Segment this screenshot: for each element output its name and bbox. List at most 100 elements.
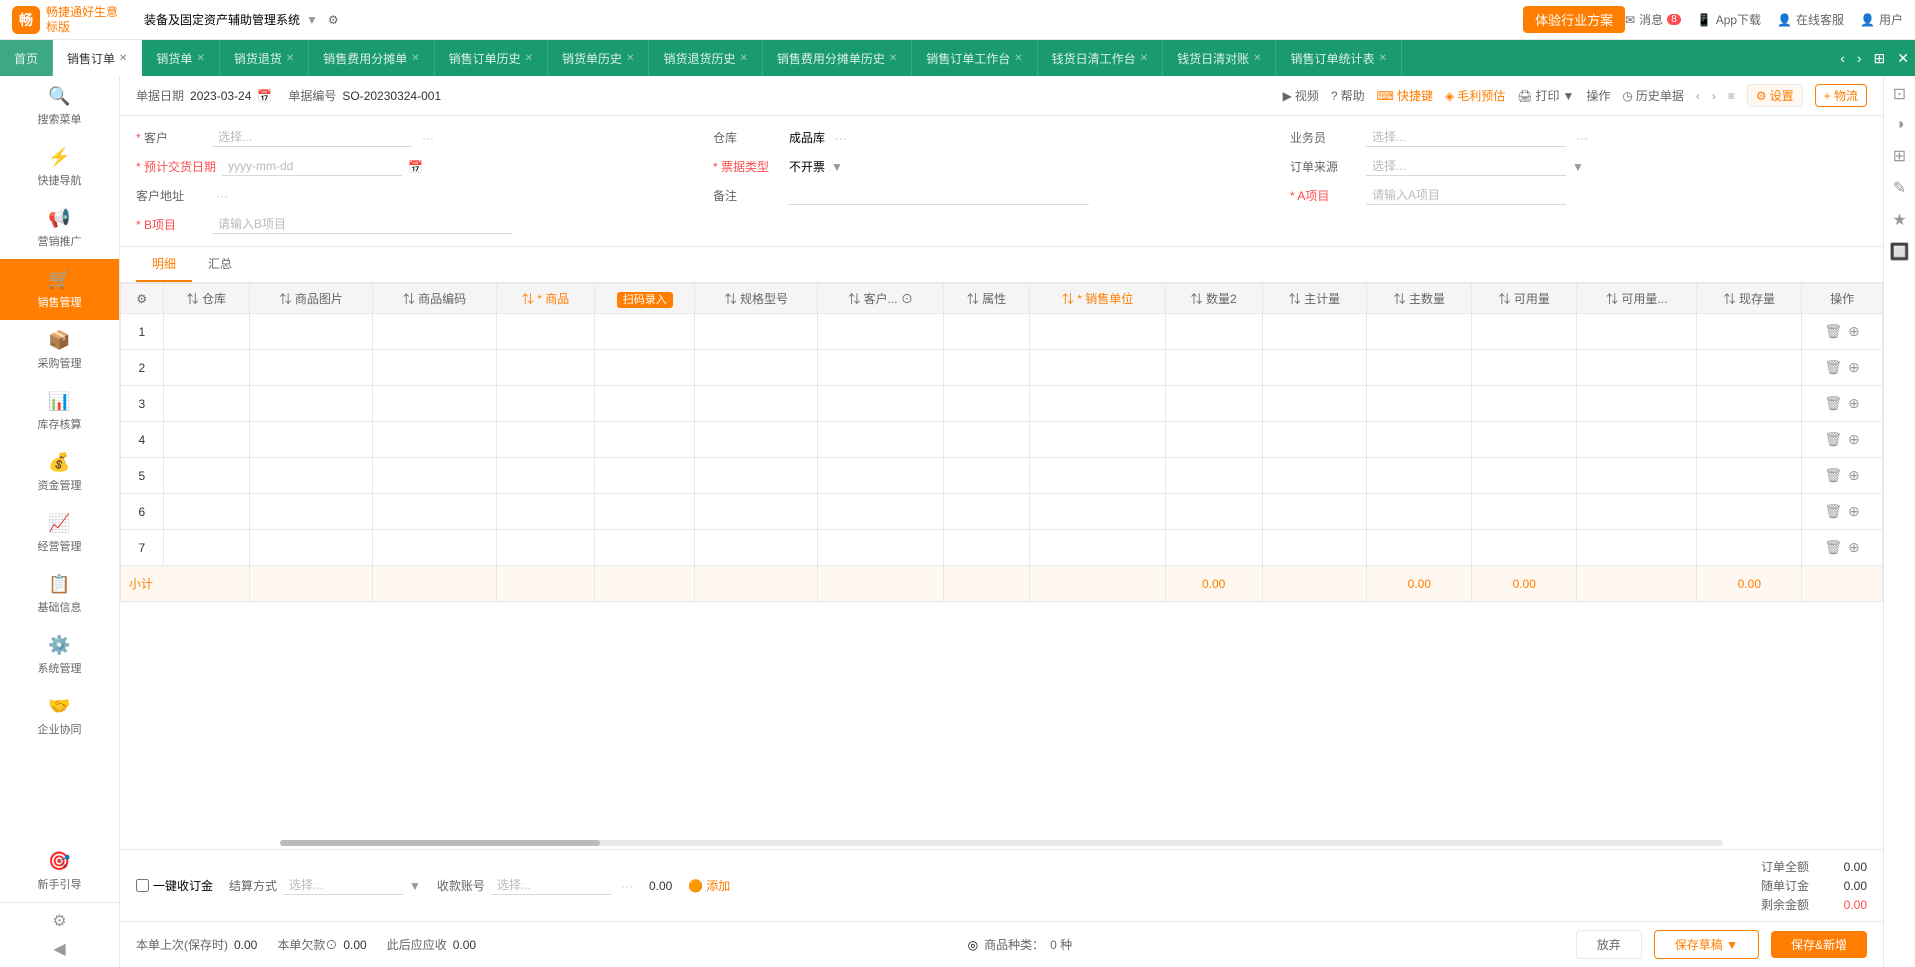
scan-button[interactable]: 扫码录入 (617, 292, 673, 308)
row-cell[interactable] (163, 494, 249, 530)
row-cell[interactable] (496, 422, 595, 458)
user-button[interactable]: 👤 用户 (1860, 11, 1903, 28)
row-cell[interactable] (1472, 386, 1577, 422)
list-view-icon[interactable]: ≡ (1728, 89, 1735, 103)
ellipsis-icon[interactable]: ··· (621, 879, 633, 893)
row-cell[interactable] (695, 530, 818, 566)
row-cell[interactable] (695, 458, 818, 494)
row-cell[interactable] (1262, 386, 1367, 422)
copy-icon[interactable]: ⊕ (1848, 395, 1860, 412)
row-cell[interactable] (818, 314, 943, 350)
row-cell[interactable] (250, 422, 373, 458)
delete-icon[interactable]: 🗑 (1824, 431, 1842, 448)
sidebar-item-system[interactable]: ⚙️ 系统管理 (0, 625, 119, 686)
calendar-icon[interactable]: 📅 (257, 89, 272, 103)
row-cell[interactable] (1367, 494, 1472, 530)
sidebar-settings-icon[interactable]: ⚙ (52, 911, 66, 931)
col-attr[interactable]: ⇅ 属性 (943, 284, 1029, 314)
row-cell[interactable] (943, 350, 1029, 386)
row-cell[interactable] (1472, 314, 1577, 350)
row-cell[interactable] (595, 350, 695, 386)
row-cell[interactable] (373, 350, 496, 386)
history-link[interactable]: ◷ 历史单据 (1622, 87, 1684, 104)
col-available2[interactable]: ⇅ 可用量... (1577, 284, 1697, 314)
chevron-down-icon[interactable]: ▼ (306, 13, 318, 27)
delete-icon[interactable]: 🗑 (1824, 539, 1842, 556)
row-cell[interactable] (163, 458, 249, 494)
row-cell[interactable] (818, 494, 943, 530)
row-cell[interactable] (1030, 422, 1166, 458)
close-icon[interactable]: ✕ (739, 53, 747, 64)
sidebar-item-inventory[interactable]: 📊 库存核算 (0, 381, 119, 442)
copy-icon[interactable]: ⊕ (1848, 359, 1860, 376)
chevron-down-icon[interactable]: ▼ (831, 160, 843, 174)
row-cell[interactable] (1697, 494, 1802, 530)
col-unit[interactable]: ⇅ * 销售单位 (1030, 284, 1166, 314)
row-cell[interactable] (1472, 494, 1577, 530)
row-cell[interactable] (1577, 314, 1697, 350)
right-panel-icon-3[interactable]: ⊞ (1893, 146, 1906, 166)
sidebar-item-basic-info[interactable]: 📋 基础信息 (0, 564, 119, 625)
tab-order-workbench[interactable]: 销售订单工作台 ✕ (912, 40, 1037, 76)
tab-daily-workbench[interactable]: 钱货日清工作台 ✕ (1038, 40, 1163, 76)
close-icon[interactable]: ✕ (1140, 53, 1148, 64)
tab-prev-arrow[interactable]: ‹ (1834, 50, 1851, 66)
sidebar-item-nav[interactable]: ⚡ 快捷导航 (0, 137, 119, 198)
tab-close-all-icon[interactable]: ✕ (1891, 50, 1915, 67)
ellipsis-icon[interactable]: ··· (422, 131, 434, 145)
delete-icon[interactable]: 🗑 (1824, 323, 1842, 340)
tab-order-stats[interactable]: 销售订单统计表 ✕ (1276, 40, 1401, 76)
row-cell[interactable] (695, 314, 818, 350)
row-cell[interactable] (496, 458, 595, 494)
tab-expand-icon[interactable]: ⊞ (1868, 50, 1892, 67)
row-cell[interactable] (1697, 530, 1802, 566)
tab-summary[interactable]: 汇总 (192, 247, 248, 282)
add-button[interactable]: 🟠 添加 (688, 877, 730, 894)
copy-icon[interactable]: ⊕ (1848, 323, 1860, 340)
trial-button[interactable]: 体验行业方案 (1523, 6, 1625, 33)
row-cell[interactable] (1262, 314, 1367, 350)
col-code[interactable]: ⇅ 商品编码 (373, 284, 496, 314)
row-cell[interactable] (1697, 386, 1802, 422)
scroll-track[interactable] (280, 840, 1723, 846)
col-warehouse[interactable]: ⇅ 仓库 (163, 284, 249, 314)
save-new-button[interactable]: 保存&新增 (1771, 931, 1867, 958)
row-cell[interactable] (1030, 458, 1166, 494)
sidebar-item-collab[interactable]: 🤝 企业协同 (0, 686, 119, 747)
row-cell[interactable] (943, 386, 1029, 422)
row-cell[interactable] (250, 350, 373, 386)
tab-detail[interactable]: 明细 (136, 247, 192, 282)
chevron-down-icon[interactable]: ▼ (409, 879, 421, 893)
right-panel-icon-5[interactable]: ★ (1892, 210, 1906, 230)
view-link[interactable]: ▶ 视频 (1283, 87, 1319, 104)
row-cell[interactable] (163, 386, 249, 422)
row-cell[interactable] (163, 314, 249, 350)
row-cell[interactable] (373, 530, 496, 566)
row-cell[interactable] (818, 530, 943, 566)
bank-account-input[interactable] (491, 876, 611, 895)
row-cell[interactable] (1262, 530, 1367, 566)
row-cell[interactable] (250, 530, 373, 566)
close-icon[interactable]: ✕ (1014, 53, 1022, 64)
row-cell[interactable] (595, 458, 695, 494)
row-cell[interactable] (695, 386, 818, 422)
remark-input[interactable] (789, 186, 1089, 205)
copy-icon[interactable]: ⊕ (1848, 503, 1860, 520)
row-cell[interactable] (695, 350, 818, 386)
col-image[interactable]: ⇅ 商品图片 (250, 284, 373, 314)
row-cell[interactable] (818, 458, 943, 494)
row-cell[interactable] (1697, 350, 1802, 386)
right-panel-icon-4[interactable]: ✎ (1893, 178, 1906, 198)
scroll-thumb[interactable] (280, 840, 600, 846)
next-record-icon[interactable]: › (1712, 89, 1716, 103)
row-cell[interactable] (1697, 458, 1802, 494)
b-project-input[interactable] (212, 215, 512, 234)
close-icon[interactable]: ✕ (1379, 53, 1387, 64)
row-cell[interactable] (1262, 422, 1367, 458)
row-cell[interactable] (1165, 494, 1262, 530)
row-cell[interactable] (943, 314, 1029, 350)
row-cell[interactable] (1367, 422, 1472, 458)
row-cell[interactable] (595, 422, 695, 458)
row-cell[interactable] (595, 386, 695, 422)
row-cell[interactable] (943, 530, 1029, 566)
